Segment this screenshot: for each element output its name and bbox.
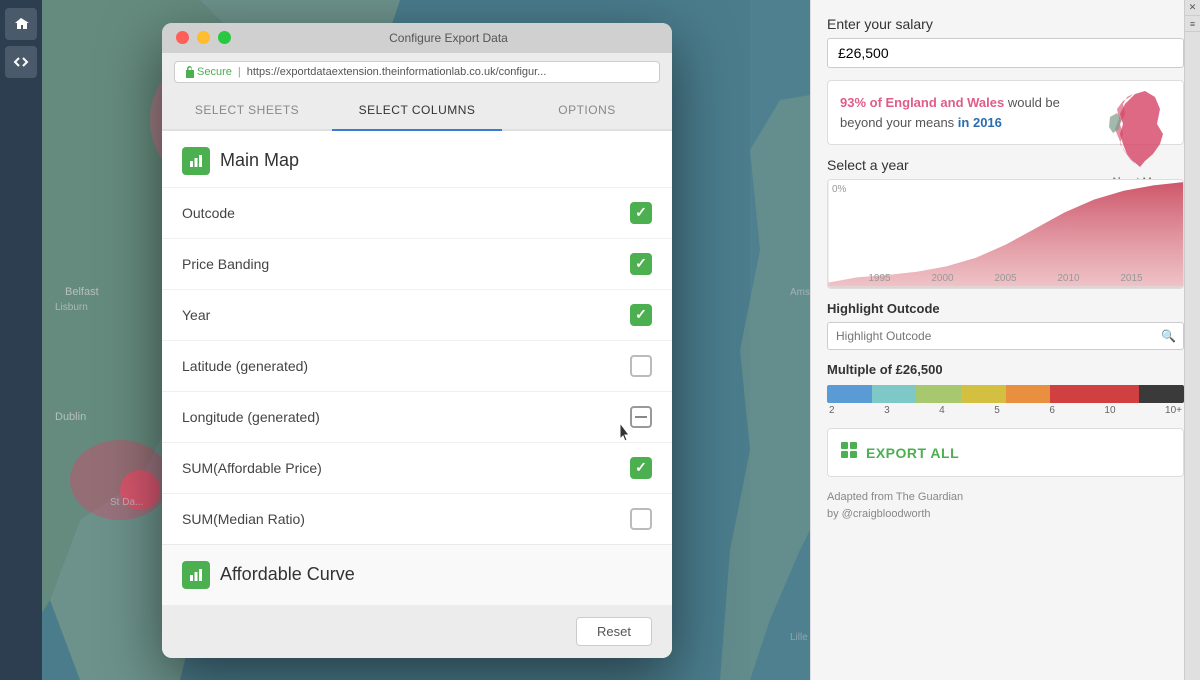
affordable-curve-icon — [182, 561, 210, 589]
close-window-button[interactable] — [176, 31, 189, 44]
modal-content: Main Map Outcode Price Banding Year Lati… — [162, 131, 672, 605]
checkbox-price-banding[interactable] — [630, 253, 652, 275]
column-name-longitude: Longitude (generated) — [182, 409, 630, 425]
affordable-curve-section: Affordable Curve — [162, 544, 672, 605]
tab-select-sheets[interactable]: SELECT SHEETS — [162, 91, 332, 129]
checkbox-sum-affordable[interactable] — [630, 457, 652, 479]
column-row-sum-median[interactable]: SUM(Median Ratio) — [162, 493, 672, 544]
column-row-sum-affordable[interactable]: SUM(Affordable Price) — [162, 442, 672, 493]
reset-button[interactable]: Reset — [576, 617, 652, 646]
left-sidebar — [0, 0, 42, 680]
checkbox-longitude[interactable] — [630, 406, 652, 428]
column-row-price-banding[interactable]: Price Banding — [162, 238, 672, 289]
main-map-title: Main Map — [220, 150, 299, 171]
expand-button[interactable] — [5, 46, 37, 78]
main-map-section-header: Main Map — [162, 131, 672, 187]
maximize-window-button[interactable] — [218, 31, 231, 44]
modal-footer: Reset — [162, 605, 672, 658]
checkbox-outcode[interactable] — [630, 202, 652, 224]
checkbox-latitude[interactable] — [630, 355, 652, 377]
tab-options[interactable]: OPTIONS — [502, 91, 672, 129]
secure-badge: Secure — [185, 66, 232, 78]
column-name-latitude: Latitude (generated) — [182, 358, 630, 374]
url-text: https://exportdataextension.theinformati… — [247, 66, 649, 78]
modal-title: Configure Export Data — [239, 31, 658, 45]
minimize-window-button[interactable] — [197, 31, 210, 44]
checkbox-sum-median[interactable] — [630, 508, 652, 530]
main-map-icon — [182, 147, 210, 175]
modal-overlay: Configure Export Data Secure | https://e… — [42, 0, 1200, 680]
column-row-longitude[interactable]: Longitude (generated) — [162, 391, 672, 442]
modal-tabs: SELECT SHEETS SELECT COLUMNS OPTIONS — [162, 91, 672, 131]
column-name-year: Year — [182, 307, 630, 323]
configure-export-dialog: Configure Export Data Secure | https://e… — [162, 23, 672, 658]
column-row-year[interactable]: Year — [162, 289, 672, 340]
url-bar: Secure | https://exportdataextension.the… — [174, 61, 660, 83]
affordable-curve-title: Affordable Curve — [220, 564, 355, 585]
checkbox-year[interactable] — [630, 304, 652, 326]
column-name-sum-median: SUM(Median Ratio) — [182, 511, 630, 527]
modal-titlebar: Configure Export Data — [162, 23, 672, 53]
column-row-latitude[interactable]: Latitude (generated) — [162, 340, 672, 391]
column-name-outcode: Outcode — [182, 205, 630, 221]
home-button[interactable] — [5, 8, 37, 40]
column-name-price-banding: Price Banding — [182, 256, 630, 272]
column-row-outcode[interactable]: Outcode — [162, 187, 672, 238]
tab-select-columns[interactable]: SELECT COLUMNS — [332, 91, 502, 129]
column-name-sum-affordable: SUM(Affordable Price) — [182, 460, 630, 476]
